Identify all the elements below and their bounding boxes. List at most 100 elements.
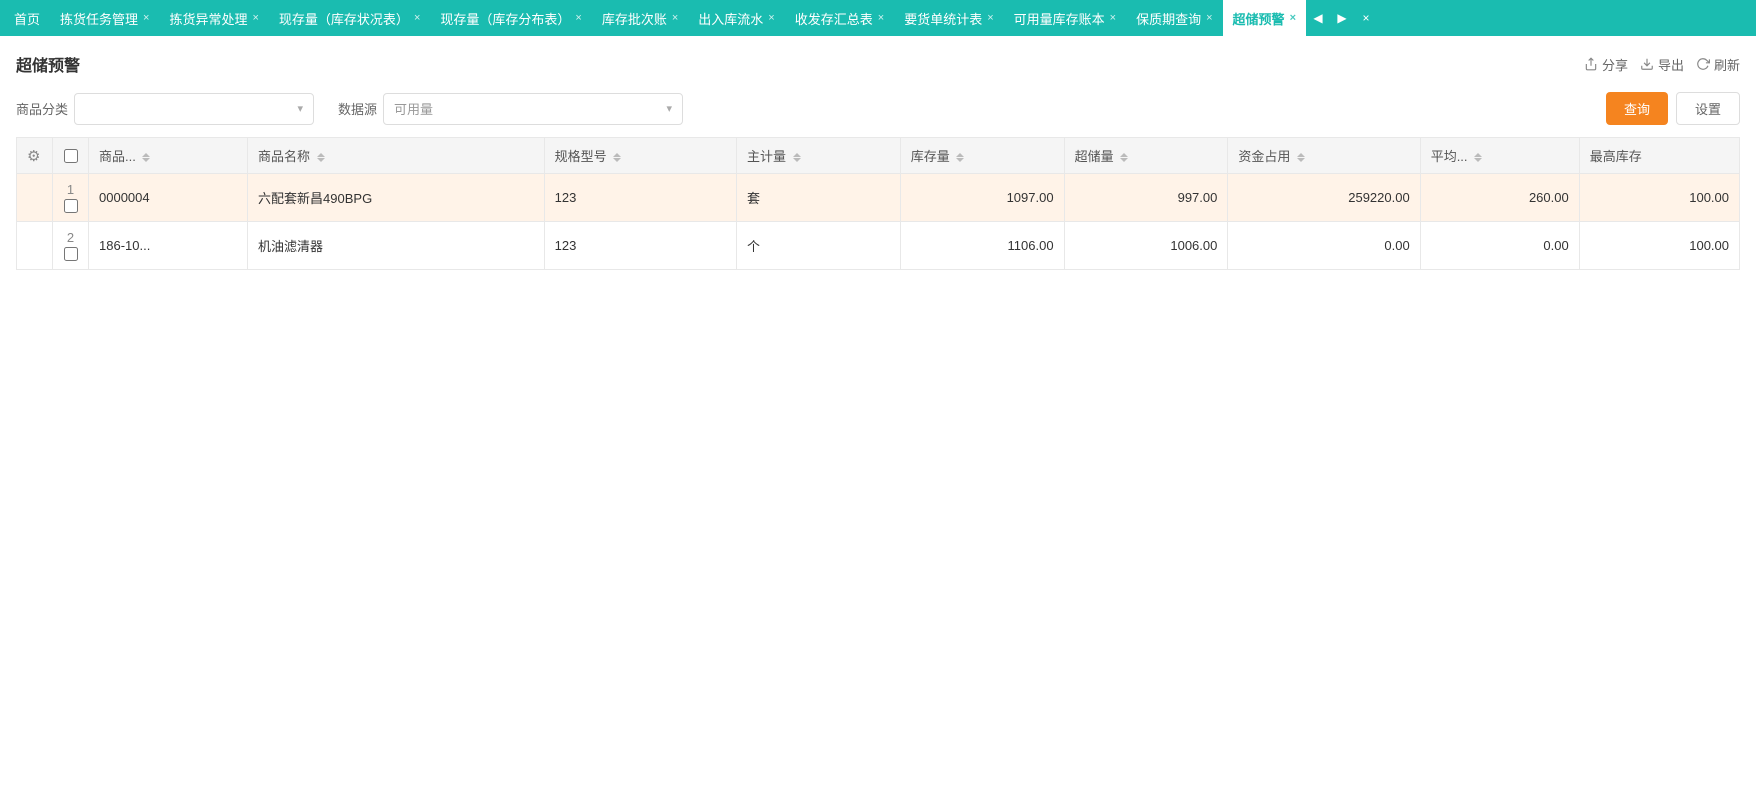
sort-icon[interactable] xyxy=(956,153,964,162)
nav-item-batch[interactable]: 库存批次账 × xyxy=(592,0,688,36)
category-label: 商品分类 xyxy=(16,99,68,118)
td-spec: 123 xyxy=(544,222,736,270)
nav-item-order-stats[interactable]: 要货单统计表 × xyxy=(894,0,1003,36)
table-body: 1 0000004 六配套新昌490BPG 123 套 1097.00 997.… xyxy=(17,174,1740,270)
th-capital: 资金占用 xyxy=(1228,138,1420,174)
datasource-filter: 数据源 可用量 ▾ xyxy=(338,93,683,125)
th-stock: 库存量 xyxy=(900,138,1064,174)
row-checkbox[interactable] xyxy=(64,247,78,261)
refresh-icon xyxy=(1696,57,1710,71)
sort-icon[interactable] xyxy=(793,153,801,162)
nav-right-arrow[interactable]: ▶ xyxy=(1330,0,1354,36)
sort-icon[interactable] xyxy=(1297,153,1305,162)
td-stock: 1097.00 xyxy=(900,174,1064,222)
nav-item-available[interactable]: 可用量库存账本 × xyxy=(1004,0,1126,36)
nav-item-inout[interactable]: 出入库流水 × xyxy=(688,0,784,36)
close-icon[interactable]: × xyxy=(1290,12,1296,24)
nav-item-home[interactable]: 首页 xyxy=(4,0,50,36)
nav-item-expiry[interactable]: 保质期查询 × xyxy=(1126,0,1222,36)
td-spec: 123 xyxy=(544,174,736,222)
sort-icon[interactable] xyxy=(1120,153,1128,162)
td-overstock: 997.00 xyxy=(1064,174,1228,222)
share-button[interactable]: 分享 xyxy=(1584,55,1628,74)
filter-row: 商品分类 ▾ 数据源 可用量 ▾ 查询 设置 xyxy=(16,92,1740,125)
close-icon[interactable]: × xyxy=(672,12,678,24)
chevron-down-icon: ▾ xyxy=(667,102,673,115)
th-max-stock: 最高库存 xyxy=(1579,138,1739,174)
td-avg: 0.00 xyxy=(1420,222,1579,270)
td-code: 186-10... xyxy=(89,222,248,270)
td-capital: 0.00 xyxy=(1228,222,1420,270)
chevron-down-icon: ▾ xyxy=(297,102,303,115)
th-avg: 平均... xyxy=(1420,138,1579,174)
table-row: 2 186-10... 机油滤清器 123 个 1106.00 1006.00 … xyxy=(17,222,1740,270)
td-stock: 1106.00 xyxy=(900,222,1064,270)
setting-button[interactable]: 设置 xyxy=(1676,92,1740,125)
export-icon xyxy=(1640,57,1654,71)
nav-item-abnormal[interactable]: 拣货异常处理 × xyxy=(159,0,268,36)
nav-left-arrow[interactable]: ◀ xyxy=(1306,0,1330,36)
close-icon[interactable]: × xyxy=(575,12,581,24)
table-row: 1 0000004 六配套新昌490BPG 123 套 1097.00 997.… xyxy=(17,174,1740,222)
close-icon[interactable]: × xyxy=(143,12,149,24)
td-capital: 259220.00 xyxy=(1228,174,1420,222)
td-avg: 260.00 xyxy=(1420,174,1579,222)
data-table: ⚙ 商品... 商品名称 xyxy=(16,137,1740,270)
page-container: 超储预警 分享 导出 刷新 商品分类 ▾ 数据源 xyxy=(0,36,1756,800)
td-settings xyxy=(17,222,53,270)
select-all-checkbox[interactable] xyxy=(64,149,78,163)
close-icon[interactable]: × xyxy=(252,12,258,24)
refresh-button[interactable]: 刷新 xyxy=(1696,55,1740,74)
th-overstock: 超储量 xyxy=(1064,138,1228,174)
th-checkbox xyxy=(53,138,89,174)
td-settings xyxy=(17,174,53,222)
table-header: ⚙ 商品... 商品名称 xyxy=(17,138,1740,174)
nav-item-collect[interactable]: 收发存汇总表 × xyxy=(785,0,894,36)
th-name: 商品名称 xyxy=(248,138,545,174)
sort-icon[interactable] xyxy=(1474,153,1482,162)
sort-icon[interactable] xyxy=(613,153,621,162)
nav-close-arrow[interactable]: × xyxy=(1354,0,1378,36)
header-actions: 分享 导出 刷新 xyxy=(1584,55,1740,74)
td-row-num: 1 xyxy=(53,174,89,222)
td-overstock: 1006.00 xyxy=(1064,222,1228,270)
th-unit: 主计量 xyxy=(736,138,900,174)
row-number: 2 xyxy=(67,230,74,245)
share-icon xyxy=(1584,57,1598,71)
sort-icon[interactable] xyxy=(317,153,325,162)
td-name: 机油滤清器 xyxy=(248,222,545,270)
nav-item-tasks[interactable]: 拣货任务管理 × xyxy=(50,0,159,36)
filter-buttons: 查询 设置 xyxy=(1606,92,1740,125)
sort-icon[interactable] xyxy=(142,153,150,162)
td-code: 0000004 xyxy=(89,174,248,222)
close-icon[interactable]: × xyxy=(1206,12,1212,24)
th-spec: 规格型号 xyxy=(544,138,736,174)
close-icon[interactable]: × xyxy=(1110,12,1116,24)
nav-item-stock-status[interactable]: 现存量（库存状况表） × xyxy=(269,0,430,36)
nav-bar: 首页 拣货任务管理 × 拣货异常处理 × 现存量（库存状况表） × 现存量（库存… xyxy=(0,0,1756,36)
nav-item-stock-dist[interactable]: 现存量（库存分布表） × xyxy=(430,0,591,36)
category-filter: 商品分类 ▾ xyxy=(16,93,314,125)
th-settings: ⚙ xyxy=(17,138,53,174)
category-select[interactable]: ▾ xyxy=(74,93,314,125)
close-icon[interactable]: × xyxy=(768,12,774,24)
row-number: 1 xyxy=(67,182,74,197)
close-icon[interactable]: × xyxy=(414,12,420,24)
datasource-label: 数据源 xyxy=(338,99,377,118)
page-header: 超储预警 分享 导出 刷新 xyxy=(16,52,1740,76)
td-row-num: 2 xyxy=(53,222,89,270)
row-checkbox[interactable] xyxy=(64,199,78,213)
close-icon[interactable]: × xyxy=(878,12,884,24)
td-unit: 个 xyxy=(736,222,900,270)
datasource-select[interactable]: 可用量 ▾ xyxy=(383,93,683,125)
close-icon[interactable]: × xyxy=(987,12,993,24)
page-title: 超储预警 xyxy=(16,52,80,76)
export-button[interactable]: 导出 xyxy=(1640,55,1684,74)
gear-icon[interactable]: ⚙ xyxy=(27,148,40,165)
td-max-stock: 100.00 xyxy=(1579,174,1739,222)
nav-item-overstock[interactable]: 超储预警 × xyxy=(1223,0,1306,36)
query-button[interactable]: 查询 xyxy=(1606,92,1668,125)
td-unit: 套 xyxy=(736,174,900,222)
td-name: 六配套新昌490BPG xyxy=(248,174,545,222)
th-code: 商品... xyxy=(89,138,248,174)
